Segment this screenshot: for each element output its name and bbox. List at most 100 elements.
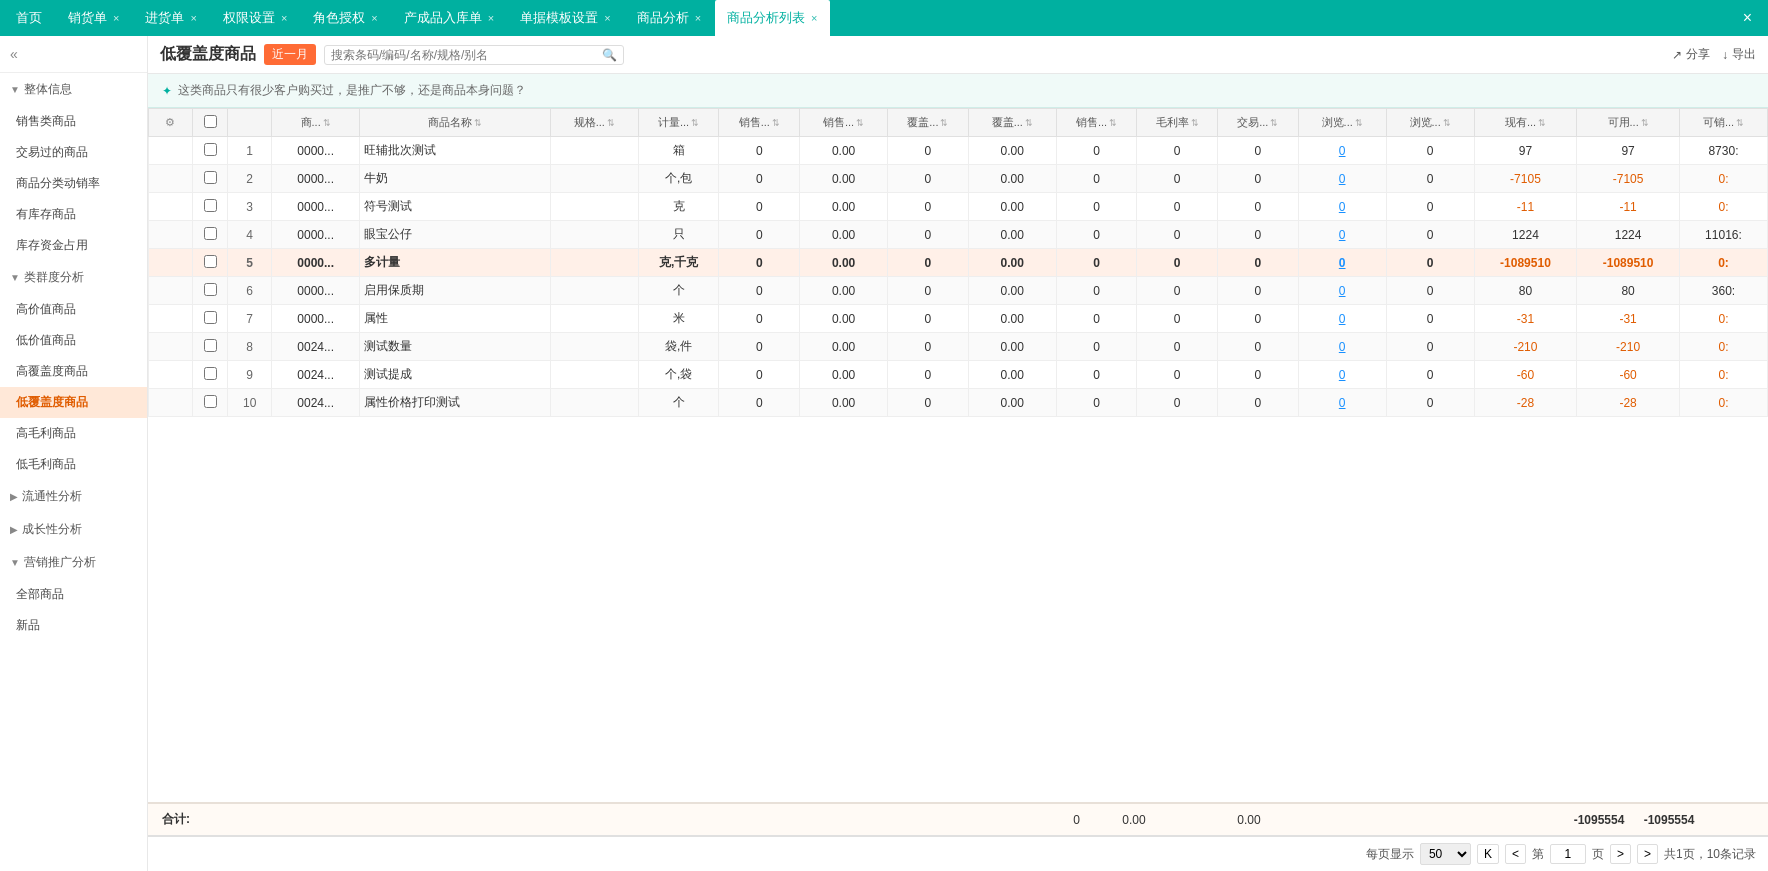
sidebar-item-low-margin[interactable]: 低毛利商品 bbox=[0, 449, 147, 480]
sidebar-item-sales-goods[interactable]: 销售类商品 bbox=[0, 106, 147, 137]
col-browse2[interactable]: 浏览...⇅ bbox=[1386, 109, 1474, 137]
col-cover1[interactable]: 覆盖...⇅ bbox=[888, 109, 969, 137]
date-filter-button[interactable]: 近一月 bbox=[264, 44, 316, 65]
col-current-stock[interactable]: 现有...⇅ bbox=[1474, 109, 1577, 137]
prev-page-button[interactable]: < bbox=[1505, 844, 1526, 864]
nav-home[interactable]: 首页 bbox=[4, 0, 54, 36]
next-page-button[interactable]: > bbox=[1610, 844, 1631, 864]
cell-cover2: 0.00 bbox=[968, 305, 1056, 333]
close-icon[interactable]: × bbox=[281, 12, 287, 24]
sidebar-item-inventory-capital[interactable]: 库存资金占用 bbox=[0, 230, 147, 261]
sidebar-section-liquidity[interactable]: ▶ 流通性分析 bbox=[0, 480, 147, 513]
col-spec[interactable]: 规格...⇅ bbox=[550, 109, 638, 137]
close-icon[interactable]: × bbox=[488, 12, 494, 24]
col-browse1[interactable]: 浏览...⇅ bbox=[1298, 109, 1386, 137]
close-icon[interactable]: × bbox=[604, 12, 610, 24]
sidebar-item-high-coverage[interactable]: 高覆盖度商品 bbox=[0, 356, 147, 387]
share-button[interactable]: ↗ 分享 bbox=[1672, 46, 1710, 63]
settings-icon[interactable]: ⚙ bbox=[165, 116, 175, 128]
cell-checkbox[interactable] bbox=[192, 221, 227, 249]
col-settings[interactable]: ⚙ bbox=[149, 109, 193, 137]
page-label-before: 第 bbox=[1532, 846, 1544, 863]
sidebar-collapse-button[interactable]: « bbox=[6, 44, 22, 64]
cell-checkbox[interactable] bbox=[192, 249, 227, 277]
window-close-button[interactable]: × bbox=[1731, 9, 1764, 27]
sidebar-item-low-value[interactable]: 低价值商品 bbox=[0, 325, 147, 356]
sidebar-item-new-goods[interactable]: 新品 bbox=[0, 610, 147, 641]
sidebar-section-cluster[interactable]: ▼ 类群度分析 bbox=[0, 261, 147, 294]
sidebar-item-all-goods[interactable]: 全部商品 bbox=[0, 579, 147, 610]
sidebar-section-growth[interactable]: ▶ 成长性分析 bbox=[0, 513, 147, 546]
nav-template-settings[interactable]: 单据模板设置 × bbox=[508, 0, 622, 36]
export-button[interactable]: ↓ 导出 bbox=[1722, 46, 1756, 63]
col-sales-days[interactable]: 销售...⇅ bbox=[1056, 109, 1137, 137]
nav-purchase-order[interactable]: 进货单 × bbox=[133, 0, 208, 36]
close-icon[interactable]: × bbox=[695, 12, 701, 24]
select-all-checkbox[interactable] bbox=[204, 115, 217, 128]
col-gross-rate[interactable]: 毛利率⇅ bbox=[1137, 109, 1218, 137]
col-trans[interactable]: 交易...⇅ bbox=[1218, 109, 1299, 137]
table-row: 3 0000... 符号测试 克 0 0.00 0 0.00 0 0 0 0 0… bbox=[149, 193, 1768, 221]
cell-seq: 3 bbox=[228, 193, 272, 221]
nav-role-auth[interactable]: 角色授权 × bbox=[301, 0, 389, 36]
cell-browse1[interactable]: 0 bbox=[1298, 333, 1386, 361]
close-icon[interactable]: × bbox=[371, 12, 377, 24]
sidebar-item-category-turnover[interactable]: 商品分类动销率 bbox=[0, 168, 147, 199]
cell-browse1[interactable]: 0 bbox=[1298, 305, 1386, 333]
cell-checkbox[interactable] bbox=[192, 361, 227, 389]
col-code[interactable]: 商...⇅ bbox=[272, 109, 360, 137]
col-available-stock[interactable]: 可用...⇅ bbox=[1577, 109, 1680, 137]
close-icon[interactable]: × bbox=[113, 12, 119, 24]
col-sales-qty[interactable]: 销售...⇅ bbox=[719, 109, 800, 137]
cell-browse1[interactable]: 0 bbox=[1298, 165, 1386, 193]
nav-goods-analysis-list[interactable]: 商品分析列表 × bbox=[715, 0, 829, 36]
nav-permissions[interactable]: 权限设置 × bbox=[211, 0, 299, 36]
sidebar-item-high-margin[interactable]: 高毛利商品 bbox=[0, 418, 147, 449]
cell-checkbox[interactable] bbox=[192, 305, 227, 333]
cell-name: 牛奶 bbox=[360, 165, 551, 193]
cell-browse1[interactable]: 0 bbox=[1298, 221, 1386, 249]
cell-checkbox[interactable] bbox=[192, 333, 227, 361]
page-size-select[interactable]: 50 100 200 bbox=[1420, 843, 1471, 865]
last-page-button[interactable]: > bbox=[1637, 844, 1658, 864]
cell-sellable: 0: bbox=[1679, 361, 1767, 389]
cell-browse1[interactable]: 0 bbox=[1298, 277, 1386, 305]
cell-browse1[interactable]: 0 bbox=[1298, 137, 1386, 165]
cell-checkbox[interactable] bbox=[192, 389, 227, 417]
cell-browse1[interactable]: 0 bbox=[1298, 389, 1386, 417]
col-sales-amt[interactable]: 销售...⇅ bbox=[800, 109, 888, 137]
close-icon[interactable]: × bbox=[811, 12, 817, 24]
cell-sales-qty: 0 bbox=[719, 165, 800, 193]
sidebar-section-overall[interactable]: ▼ 整体信息 bbox=[0, 73, 147, 106]
cell-sales-qty: 0 bbox=[719, 221, 800, 249]
page-number-input[interactable] bbox=[1550, 844, 1586, 864]
cell-browse1[interactable]: 0 bbox=[1298, 249, 1386, 277]
cell-seq: 4 bbox=[228, 221, 272, 249]
col-sellable[interactable]: 可销...⇅ bbox=[1679, 109, 1767, 137]
sidebar-item-low-coverage[interactable]: 低覆盖度商品 bbox=[0, 387, 147, 418]
col-cover2[interactable]: 覆盖...⇅ bbox=[968, 109, 1056, 137]
cell-checkbox[interactable] bbox=[192, 193, 227, 221]
chevron-right-icon: ▶ bbox=[10, 524, 18, 535]
nav-goods-analysis[interactable]: 商品分析 × bbox=[625, 0, 713, 36]
cell-name: 符号测试 bbox=[360, 193, 551, 221]
cell-checkbox[interactable] bbox=[192, 137, 227, 165]
sidebar-item-stocked-goods[interactable]: 有库存商品 bbox=[0, 199, 147, 230]
first-page-button[interactable]: K bbox=[1477, 844, 1499, 864]
nav-sales-order[interactable]: 销货单 × bbox=[56, 0, 131, 36]
data-table-container[interactable]: ⚙ 商...⇅ 商品名称⇅ 规格...⇅ 计量...⇅ 销售...⇅ 销售...… bbox=[148, 108, 1768, 802]
search-input[interactable] bbox=[331, 48, 602, 62]
cell-seq: 1 bbox=[228, 137, 272, 165]
cell-browse1[interactable]: 0 bbox=[1298, 361, 1386, 389]
sidebar-section-marketing[interactable]: ▼ 营销推广分析 bbox=[0, 546, 147, 579]
cell-browse2: 0 bbox=[1386, 221, 1474, 249]
cell-checkbox[interactable] bbox=[192, 165, 227, 193]
cell-browse1[interactable]: 0 bbox=[1298, 193, 1386, 221]
close-icon[interactable]: × bbox=[190, 12, 196, 24]
col-name[interactable]: 商品名称⇅ bbox=[360, 109, 551, 137]
cell-checkbox[interactable] bbox=[192, 277, 227, 305]
col-unit[interactable]: 计量...⇅ bbox=[638, 109, 719, 137]
sidebar-item-high-value[interactable]: 高价值商品 bbox=[0, 294, 147, 325]
nav-finished-goods[interactable]: 产成品入库单 × bbox=[392, 0, 506, 36]
sidebar-item-traded-goods[interactable]: 交易过的商品 bbox=[0, 137, 147, 168]
